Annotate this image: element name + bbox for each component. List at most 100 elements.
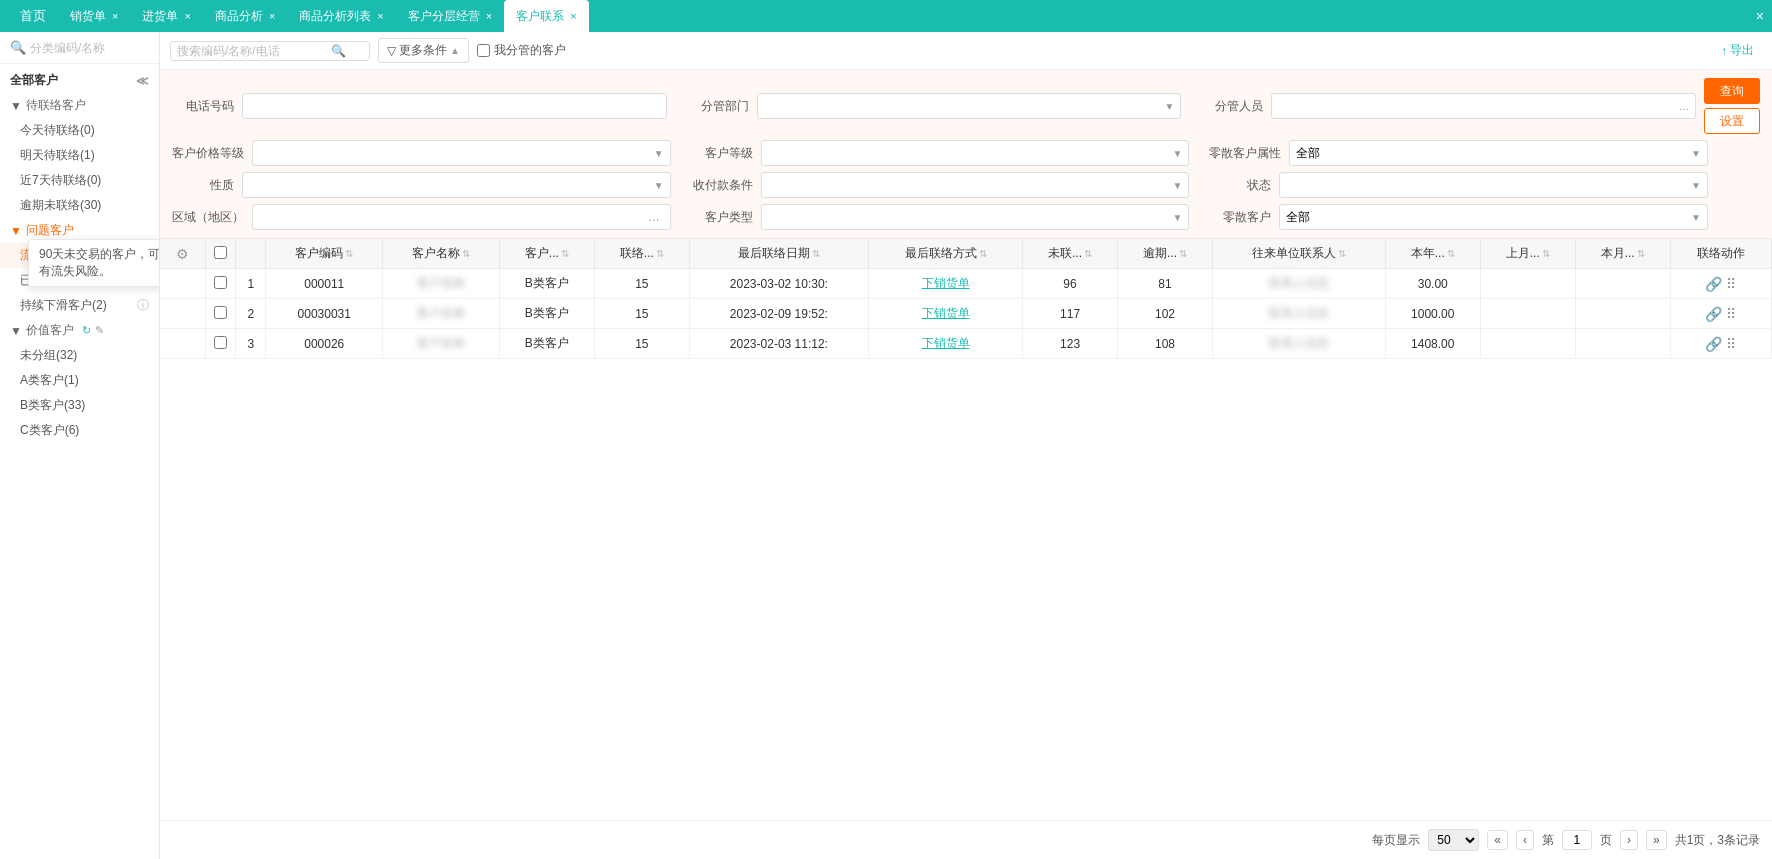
per-page-select[interactable]: 50 100 bbox=[1428, 829, 1479, 851]
row-last-method-cell[interactable]: 下销货单 bbox=[868, 329, 1022, 359]
filter-search-icon[interactable]: 🔍 bbox=[331, 44, 346, 58]
sidebar-item-tomorrow-pending[interactable]: 明天待联络(1) bbox=[0, 143, 159, 168]
row-checkbox-0[interactable] bbox=[214, 276, 227, 289]
sort-last-month[interactable]: ⇅ bbox=[1542, 248, 1550, 259]
select-all-checkbox[interactable] bbox=[214, 246, 227, 259]
col-contact[interactable]: 联络...⇅ bbox=[594, 239, 689, 269]
row-grid-icon-0[interactable]: ⠿ bbox=[1726, 276, 1736, 292]
sidebar-item-a-class[interactable]: A类客户(1) bbox=[0, 368, 159, 393]
row-grid-icon-1[interactable]: ⠿ bbox=[1726, 306, 1736, 322]
col-code[interactable]: 客户编码⇅ bbox=[266, 239, 383, 269]
my-customers-checkbox[interactable]: 我分管的客户 bbox=[477, 42, 566, 59]
page-input[interactable] bbox=[1562, 830, 1592, 850]
col-last-month[interactable]: 上月...⇅ bbox=[1480, 239, 1575, 269]
query-button[interactable]: 查询 bbox=[1704, 78, 1760, 104]
sidebar-item-today-pending[interactable]: 今天待联络(0) bbox=[0, 118, 159, 143]
sort-this-month[interactable]: ⇅ bbox=[1637, 248, 1645, 259]
row-checkbox-cell[interactable] bbox=[206, 329, 236, 359]
col-name[interactable]: 客户名称⇅ bbox=[383, 239, 500, 269]
more-conditions-btn[interactable]: ▽ 更多条件 ▲ bbox=[378, 38, 469, 63]
col-last-date[interactable]: 最后联络日期⇅ bbox=[689, 239, 868, 269]
tab-customer-segment[interactable]: 客户分层经营 × bbox=[396, 0, 504, 32]
tab-analysis-list[interactable]: 商品分析列表 × bbox=[287, 0, 395, 32]
col-settings-btn[interactable]: ⚙ bbox=[176, 246, 189, 262]
row-link-icon-2[interactable]: 🔗 bbox=[1705, 336, 1722, 352]
row-link-icon-0[interactable]: 🔗 bbox=[1705, 276, 1722, 292]
sidebar-group-value-edit[interactable]: ✎ bbox=[95, 324, 104, 337]
sidebar-all-customers-header[interactable]: 全部客户 ≪ bbox=[0, 64, 159, 93]
sidebar-item-7days-pending[interactable]: 近7天待联络(0) bbox=[0, 168, 159, 193]
horizontal-scroll[interactable] bbox=[160, 804, 1772, 816]
prev-page-btn[interactable]: ‹ bbox=[1516, 830, 1534, 850]
col-this-year[interactable]: 本年...⇅ bbox=[1385, 239, 1480, 269]
home-tab[interactable]: 首页 bbox=[8, 0, 58, 32]
col-settings[interactable]: ⚙ bbox=[160, 239, 206, 269]
sidebar-group-value-refresh[interactable]: ↻ bbox=[82, 324, 91, 337]
sidebar-item-declining[interactable]: 持续下滑客户(2) ⓘ bbox=[0, 293, 159, 318]
col-last-method[interactable]: 最后联络方式⇅ bbox=[868, 239, 1022, 269]
first-page-btn[interactable]: « bbox=[1487, 830, 1508, 850]
my-customers-check[interactable] bbox=[477, 44, 490, 57]
tab-sales[interactable]: 销货单 × bbox=[58, 0, 130, 32]
filter-nature-select[interactable]: ▼ bbox=[242, 172, 671, 198]
sidebar-collapse-icon[interactable]: ≪ bbox=[136, 74, 149, 88]
close-contact-tab[interactable]: × bbox=[570, 10, 576, 22]
row-last-method-cell[interactable]: 下销货单 bbox=[868, 269, 1022, 299]
sort-uncontacted[interactable]: ⇅ bbox=[1084, 248, 1092, 259]
row-checkbox-1[interactable] bbox=[214, 306, 227, 319]
sidebar-search-input[interactable] bbox=[30, 41, 160, 55]
col-type[interactable]: 客户...⇅ bbox=[499, 239, 594, 269]
sort-last-method[interactable]: ⇅ bbox=[979, 248, 987, 259]
close-analysis-tab[interactable]: × bbox=[269, 10, 275, 22]
filter-region-select[interactable]: … bbox=[252, 204, 671, 230]
sort-overdue[interactable]: ⇅ bbox=[1179, 248, 1187, 259]
filter-search-input[interactable] bbox=[177, 44, 327, 58]
sort-code[interactable]: ⇅ bbox=[345, 248, 353, 259]
col-this-month[interactable]: 本月...⇅ bbox=[1575, 239, 1670, 269]
row-checkbox-cell[interactable] bbox=[206, 269, 236, 299]
sort-contact[interactable]: ⇅ bbox=[656, 248, 664, 259]
settings-button[interactable]: 设置 bbox=[1704, 108, 1760, 134]
col-overdue[interactable]: 逾期...⇅ bbox=[1118, 239, 1213, 269]
filter-customer-type-select[interactable]: ▼ bbox=[761, 204, 1190, 230]
sidebar-group-pending[interactable]: ▼ 待联络客户 bbox=[0, 93, 159, 118]
filter-retail-customer-select[interactable]: 全部 ▼ bbox=[1279, 204, 1708, 230]
row-last-method-cell[interactable]: 下销货单 bbox=[868, 299, 1022, 329]
sort-last-date[interactable]: ⇅ bbox=[812, 248, 820, 259]
sidebar-group-value[interactable]: ▼ 价值客户 ↻ ✎ bbox=[0, 318, 159, 343]
sort-name[interactable]: ⇅ bbox=[462, 248, 470, 259]
row-checkbox-cell[interactable] bbox=[206, 299, 236, 329]
tab-customer-contact[interactable]: 客户联系 × bbox=[504, 0, 588, 32]
row-checkbox-2[interactable] bbox=[214, 336, 227, 349]
filter-retail-attr-select[interactable]: 全部 ▼ bbox=[1289, 140, 1708, 166]
filter-phone-input[interactable] bbox=[242, 93, 667, 119]
close-purchase-tab[interactable]: × bbox=[184, 10, 190, 22]
close-sales-tab[interactable]: × bbox=[112, 10, 118, 22]
filter-grade-select[interactable]: ▼ bbox=[761, 140, 1190, 166]
tab-purchase[interactable]: 进货单 × bbox=[130, 0, 202, 32]
sidebar-item-overdue-pending[interactable]: 逾期未联络(30) bbox=[0, 193, 159, 218]
sidebar-item-ungrouped[interactable]: 未分组(32) bbox=[0, 343, 159, 368]
filter-dept-select[interactable]: ▼ bbox=[757, 93, 1182, 119]
sort-type[interactable]: ⇅ bbox=[561, 248, 569, 259]
sidebar-item-b-class[interactable]: B类客户(33) bbox=[0, 393, 159, 418]
next-page-btn[interactable]: › bbox=[1620, 830, 1638, 850]
col-unit-contact[interactable]: 往来单位联系人⇅ bbox=[1213, 239, 1386, 269]
export-btn[interactable]: ↑ 导出 bbox=[1713, 39, 1762, 62]
tab-analysis[interactable]: 商品分析 × bbox=[203, 0, 287, 32]
filter-payment-select[interactable]: ▼ bbox=[761, 172, 1190, 198]
last-page-btn[interactable]: » bbox=[1646, 830, 1667, 850]
close-all-btn[interactable]: × bbox=[1756, 8, 1764, 24]
sort-unit-contact[interactable]: ⇅ bbox=[1338, 248, 1346, 259]
sidebar-item-c-class[interactable]: C类客户(6) bbox=[0, 418, 159, 443]
filter-status-select[interactable]: ▼ bbox=[1279, 172, 1708, 198]
filter-region-dots[interactable]: … bbox=[644, 210, 664, 224]
close-segment-tab[interactable]: × bbox=[486, 10, 492, 22]
row-grid-icon-2[interactable]: ⠿ bbox=[1726, 336, 1736, 352]
col-uncontacted[interactable]: 未联...⇅ bbox=[1023, 239, 1118, 269]
filter-manager-select[interactable]: … bbox=[1271, 93, 1696, 119]
sort-this-year[interactable]: ⇅ bbox=[1447, 248, 1455, 259]
close-analysis-list-tab[interactable]: × bbox=[377, 10, 383, 22]
filter-price-level-select[interactable]: ▼ bbox=[252, 140, 671, 166]
row-link-icon-1[interactable]: 🔗 bbox=[1705, 306, 1722, 322]
